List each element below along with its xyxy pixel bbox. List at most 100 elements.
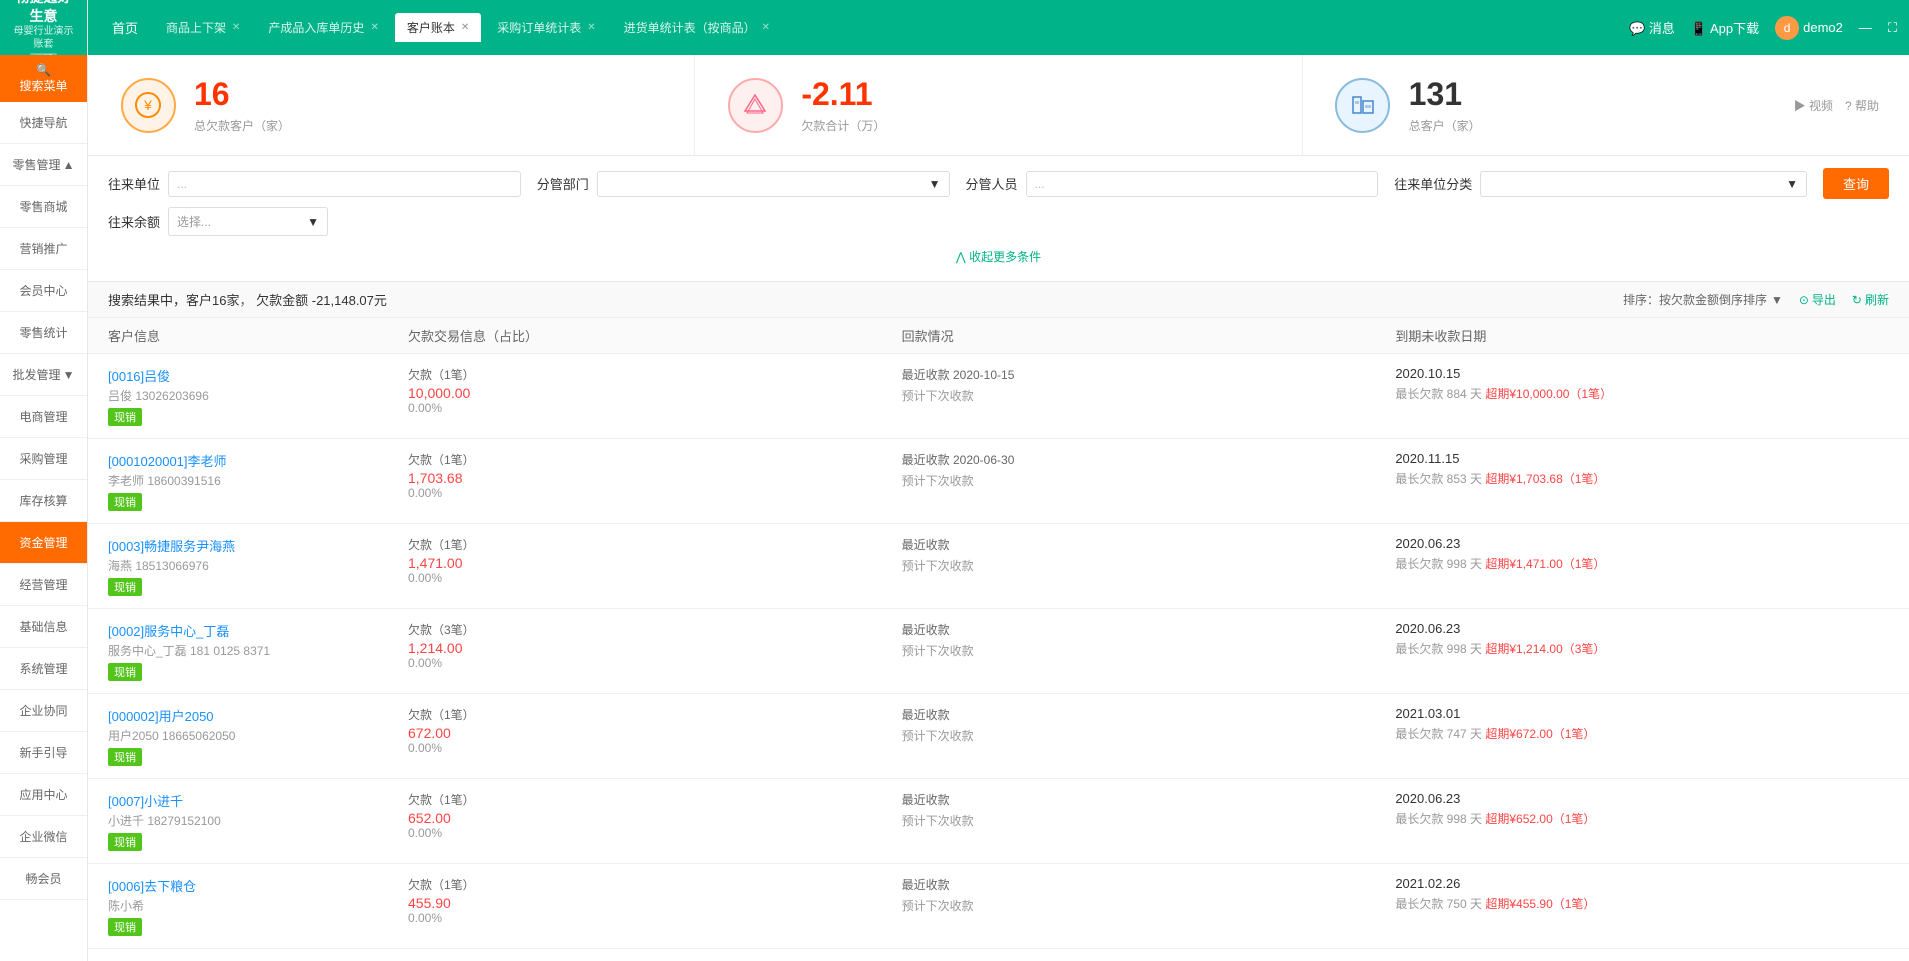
tab-close-product-shelf[interactable]: ✕ (232, 22, 240, 33)
tab-product-shelf[interactable]: 商品上下架 ✕ (154, 13, 252, 42)
sidebar-item-retail-stats[interactable]: 零售统计 (0, 312, 87, 354)
overdue-link-1[interactable]: 超期¥1,703.68（1笔） (1485, 472, 1605, 486)
overdue-days-0: 最长欠款 884 天 超期¥10,000.00（1笔） (1395, 385, 1889, 402)
debt-amount-6[interactable]: 455.90 (408, 895, 902, 911)
retail-mgmt-label: 零售管理 (13, 156, 61, 173)
recovery-info-6: 最近收款 预计下次收款 (902, 876, 1396, 914)
avatar: d (1775, 16, 1799, 40)
sidebar-item-finance[interactable]: 资金管理 (0, 522, 87, 564)
result-bar: 搜索结果中，客户16家， 欠款金额 -21,148.07元 排序：按欠款金额倒序… (88, 282, 1909, 318)
sidebar-item-guide[interactable]: 新手引导 (0, 732, 87, 774)
customer-name-5[interactable]: [0007]小进千 (108, 791, 408, 810)
tab-customer-account[interactable]: 客户账本 ✕ (395, 13, 481, 42)
overdue-link-3[interactable]: 超期¥1,214.00（3笔） (1485, 642, 1605, 656)
debt-amount-1[interactable]: 1,703.68 (408, 470, 902, 486)
customer-sub-0: 吕俊 13026203696 (108, 387, 408, 404)
debt-label-2: 欠款（1笔） (408, 536, 902, 553)
sidebar-item-retail-mgmt[interactable]: 零售管理 ▲ (0, 144, 87, 186)
due-date-3: 2020.06.23 (1395, 621, 1889, 636)
video-icon: ▶ (1794, 99, 1806, 113)
customer-unit-input[interactable]: ... (168, 171, 521, 197)
customer-name-2[interactable]: [0003]畅捷服务尹海燕 (108, 536, 408, 555)
tab-inbound-stats[interactable]: 进货单统计表（按商品） ✕ (612, 13, 782, 42)
message-btn[interactable]: 💬 消息 (1629, 18, 1675, 37)
customer-name-1[interactable]: [0001020001]李老师 (108, 451, 408, 470)
sidebar-item-purchase[interactable]: 采购管理 (0, 438, 87, 480)
tab-close-purchase[interactable]: ✕ (587, 22, 595, 33)
user-avatar[interactable]: d demo2 (1775, 16, 1843, 40)
sidebar-item-retail-store[interactable]: 零售商城 (0, 186, 87, 228)
tab-close-production[interactable]: ✕ (370, 22, 378, 33)
sidebar-item-basic-info[interactable]: 基础信息 (0, 606, 87, 648)
search-menu-btn[interactable]: 🔍 搜索菜单 (0, 55, 87, 102)
search-button[interactable]: 查询 (1823, 168, 1889, 199)
branch-dropdown[interactable]: ▼ (597, 171, 950, 197)
purchase-label: 采购管理 (4, 450, 83, 467)
manager-input[interactable]: ... (1026, 171, 1379, 197)
export-btn[interactable]: ⊙ 导出 (1799, 291, 1836, 308)
app-download-btn[interactable]: 📱 App下载 (1691, 18, 1759, 37)
stat-info-debt: -2.11 欠款合计（万） (801, 76, 885, 134)
debt-percent-1: 0.00% (408, 486, 902, 500)
customer-name-3[interactable]: [0002]服务中心_丁磊 (108, 621, 408, 640)
stats-bar: ¥ 16 总欠款客户（家） -2. (88, 55, 1909, 156)
overdue-link-0[interactable]: 超期¥10,000.00（1笔） (1485, 387, 1612, 401)
total-label: 总客户（家） (1409, 117, 1481, 134)
sort-dropdown[interactable]: 排序：按欠款金额倒序排序 ▼ (1623, 291, 1783, 308)
tab-purchase-stats[interactable]: 采购订单统计表 ✕ (485, 13, 607, 42)
recovery-date-6: 最近收款 (902, 876, 1396, 893)
col-header-debt: 欠款交易信息（占比） (408, 326, 902, 345)
tab-home[interactable]: 首页 (100, 12, 150, 43)
debt-amount-2[interactable]: 1,471.00 (408, 555, 902, 571)
table-row: [000002]用户2050 用户2050 18665062050 现销 欠款（… (88, 694, 1909, 779)
sidebar-item-operations[interactable]: 经营管理 (0, 564, 87, 606)
recovery-next-0: 预计下次收款 (902, 387, 1396, 404)
debt-info-0: 欠款（1笔） 10,000.00 0.00% (408, 366, 902, 415)
customer-tag-6: 现销 (108, 918, 142, 936)
sidebar-item-wechat[interactable]: 企业微信 (0, 816, 87, 858)
customer-name-6[interactable]: [0006]去下粮仓 (108, 876, 408, 895)
sidebar-item-quick-nav[interactable]: 快捷导航 (0, 102, 87, 144)
sidebar-item-system[interactable]: 系统管理 (0, 648, 87, 690)
tab-close-customer[interactable]: ✕ (461, 22, 469, 33)
category-dropdown[interactable]: ▼ (1480, 171, 1807, 197)
sidebar-item-batch-mgmt[interactable]: 批发管理 ▼ (0, 354, 87, 396)
collapse-filters-btn[interactable]: ⋀ 收起更多条件 (108, 244, 1889, 269)
debt-label-4: 欠款（1笔） (408, 706, 902, 723)
tab-production-history[interactable]: 产成品入库单历史 ✕ (256, 13, 390, 42)
debt-percent-0: 0.00% (408, 401, 902, 415)
filter-row-1: 往来单位 ... 分管部门 ▼ 分管人员 (108, 168, 1889, 199)
customer-name-4[interactable]: [000002]用户2050 (108, 706, 408, 725)
overdue-link-2[interactable]: 超期¥1,471.00（1笔） (1485, 557, 1605, 571)
sidebar-item-ecommerce[interactable]: 电商管理 (0, 396, 87, 438)
sidebar-item-marketing[interactable]: 营销推广 (0, 228, 87, 270)
refresh-btn[interactable]: ↻ 刷新 (1852, 291, 1889, 308)
sort-chevron-icon: ▼ (1771, 293, 1783, 307)
minimize-btn[interactable]: — (1859, 20, 1872, 35)
sidebar-item-enterprise[interactable]: 企业协同 (0, 690, 87, 732)
overdue-link-4[interactable]: 超期¥672.00（1笔） (1485, 727, 1595, 741)
tab-close-inbound[interactable]: ✕ (762, 22, 770, 33)
recovery-date-0: 最近收款 2020-10-15 (902, 366, 1396, 383)
sidebar-item-member-plus[interactable]: 畅会员 (0, 858, 87, 900)
debt-label: 欠款合计（万） (801, 117, 885, 134)
sidebar-item-app-center[interactable]: 应用中心 (0, 774, 87, 816)
debt-amount-0[interactable]: 10,000.00 (408, 385, 902, 401)
overdue-link-6[interactable]: 超期¥455.90（1笔） (1485, 897, 1595, 911)
download-icon: 📱 (1691, 21, 1707, 36)
sidebar-item-inventory[interactable]: 库存核算 (0, 480, 87, 522)
debt-amount-3[interactable]: 1,214.00 (408, 640, 902, 656)
customer-name-0[interactable]: [0016]吕俊 (108, 366, 408, 385)
help-link[interactable]: ? 帮助 (1845, 97, 1879, 114)
balance-dropdown[interactable]: 选择... ▼ (168, 207, 328, 236)
debt-amount-5[interactable]: 652.00 (408, 810, 902, 826)
overdue-link-5[interactable]: 超期¥652.00（1笔） (1485, 812, 1595, 826)
retail-stats-label: 零售统计 (4, 324, 83, 341)
overdue-days-3: 最长欠款 998 天 超期¥1,214.00（3笔） (1395, 640, 1889, 657)
debt-amount-4[interactable]: 672.00 (408, 725, 902, 741)
video-link[interactable]: ▶ 视频 (1794, 97, 1833, 114)
sidebar-item-member[interactable]: 会员中心 (0, 270, 87, 312)
chevron-down-icon2: ▼ (63, 368, 75, 382)
expand-btn[interactable]: ⛶ (1888, 20, 1897, 36)
svg-text:¥: ¥ (143, 97, 152, 113)
